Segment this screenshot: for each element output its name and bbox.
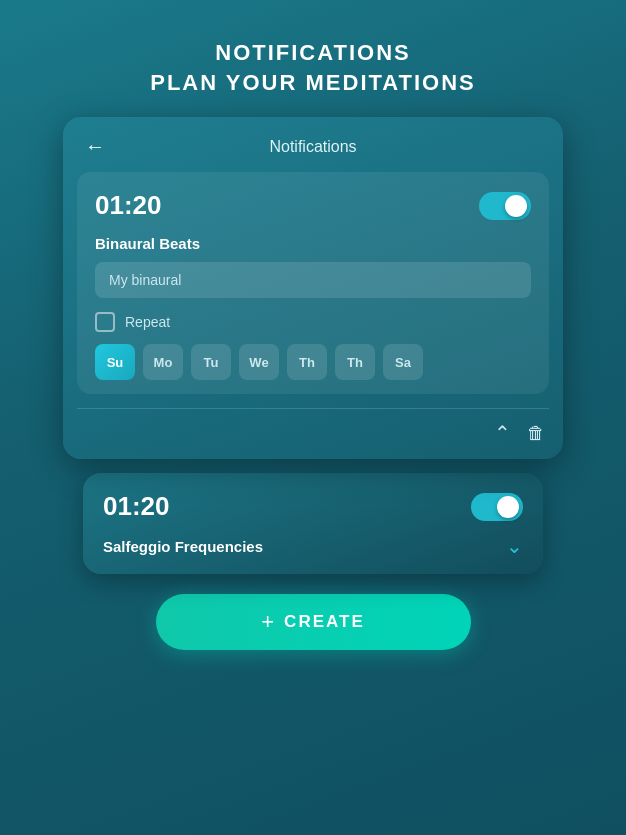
notif-description: My binaural	[95, 262, 531, 298]
notif-time: 01:20	[95, 190, 162, 221]
second-card-top: 01:20	[103, 491, 523, 522]
notif-toggle[interactable]	[479, 192, 531, 220]
main-notification-card: ← Notifications 01:20 Binaural Beats My …	[63, 117, 563, 459]
page-title: NOTIFICATIONS PLAN YOUR MEDITATIONS	[150, 38, 476, 97]
second-notification-card: 01:20 Salfeggio Frequencies ⌄	[83, 473, 543, 574]
notif-label: Binaural Beats	[95, 235, 531, 252]
day-btn-mo[interactable]: Mo	[143, 344, 183, 380]
repeat-row: Repeat	[95, 312, 531, 332]
page-header: NOTIFICATIONS PLAN YOUR MEDITATIONS	[130, 0, 496, 117]
day-btn-th2[interactable]: Th	[335, 344, 375, 380]
divider	[77, 408, 549, 409]
create-label: CREATE	[284, 612, 365, 632]
card-header: ← Notifications	[63, 117, 563, 172]
back-button[interactable]: ←	[85, 135, 105, 158]
day-btn-tu[interactable]: Tu	[191, 344, 231, 380]
day-btn-sa[interactable]: Sa	[383, 344, 423, 380]
second-notif-toggle[interactable]	[471, 493, 523, 521]
repeat-label: Repeat	[125, 314, 170, 330]
create-button[interactable]: + CREATE	[156, 594, 471, 650]
collapse-button[interactable]: ⌃	[494, 421, 511, 445]
card-title: Notifications	[269, 138, 356, 156]
category-name: Salfeggio Frequencies	[103, 538, 263, 555]
day-btn-we[interactable]: We	[239, 344, 279, 380]
second-notif-time: 01:20	[103, 491, 170, 522]
card-actions: ⌃ 🗑	[63, 413, 563, 459]
notification-item-1: 01:20 Binaural Beats My binaural Repeat …	[77, 172, 549, 394]
day-btn-su[interactable]: Su	[95, 344, 135, 380]
chevron-down-icon[interactable]: ⌄	[506, 534, 523, 558]
category-row: Salfeggio Frequencies ⌄	[103, 534, 523, 558]
notif-top-row: 01:20	[95, 190, 531, 221]
create-plus-icon: +	[261, 609, 274, 635]
days-row: Su Mo Tu We Th Th Sa	[95, 344, 531, 380]
repeat-checkbox[interactable]	[95, 312, 115, 332]
day-btn-th1[interactable]: Th	[287, 344, 327, 380]
delete-button[interactable]: 🗑	[527, 423, 545, 444]
